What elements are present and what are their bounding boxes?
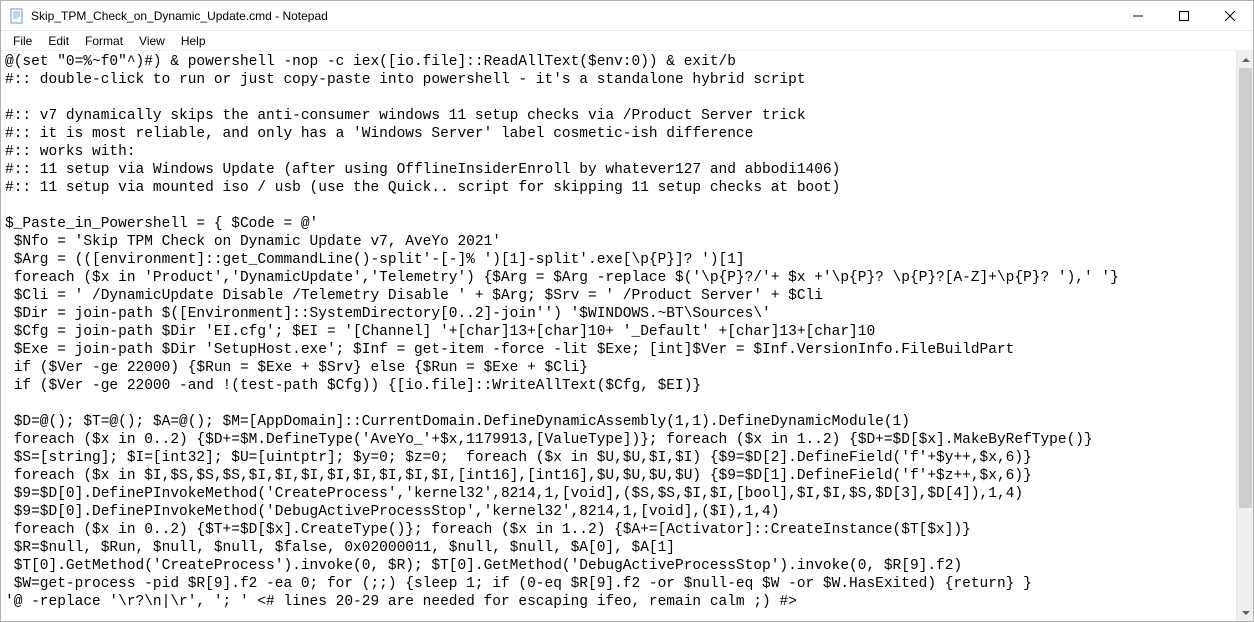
scroll-down-arrow[interactable] [1237, 604, 1254, 621]
menu-format[interactable]: Format [77, 32, 131, 50]
titlebar: Skip_TPM_Check_on_Dynamic_Update.cmd - N… [1, 1, 1253, 31]
vertical-scrollbar[interactable] [1236, 51, 1253, 621]
menubar: File Edit Format View Help [1, 31, 1253, 51]
menu-help[interactable]: Help [173, 32, 214, 50]
scroll-up-arrow[interactable] [1237, 51, 1254, 68]
notepad-icon [9, 8, 25, 24]
window-title: Skip_TPM_Check_on_Dynamic_Update.cmd - N… [31, 9, 1115, 23]
minimize-button[interactable] [1115, 1, 1161, 31]
menu-file[interactable]: File [5, 32, 40, 50]
scroll-thumb[interactable] [1239, 68, 1252, 508]
window-controls [1115, 1, 1253, 30]
content-wrapper: @(set "0=%~f0"^)#) & powershell -nop -c … [1, 51, 1253, 621]
menu-edit[interactable]: Edit [40, 32, 77, 50]
menu-view[interactable]: View [131, 32, 173, 50]
text-editor[interactable]: @(set "0=%~f0"^)#) & powershell -nop -c … [1, 51, 1236, 621]
maximize-button[interactable] [1161, 1, 1207, 31]
close-button[interactable] [1207, 1, 1253, 31]
